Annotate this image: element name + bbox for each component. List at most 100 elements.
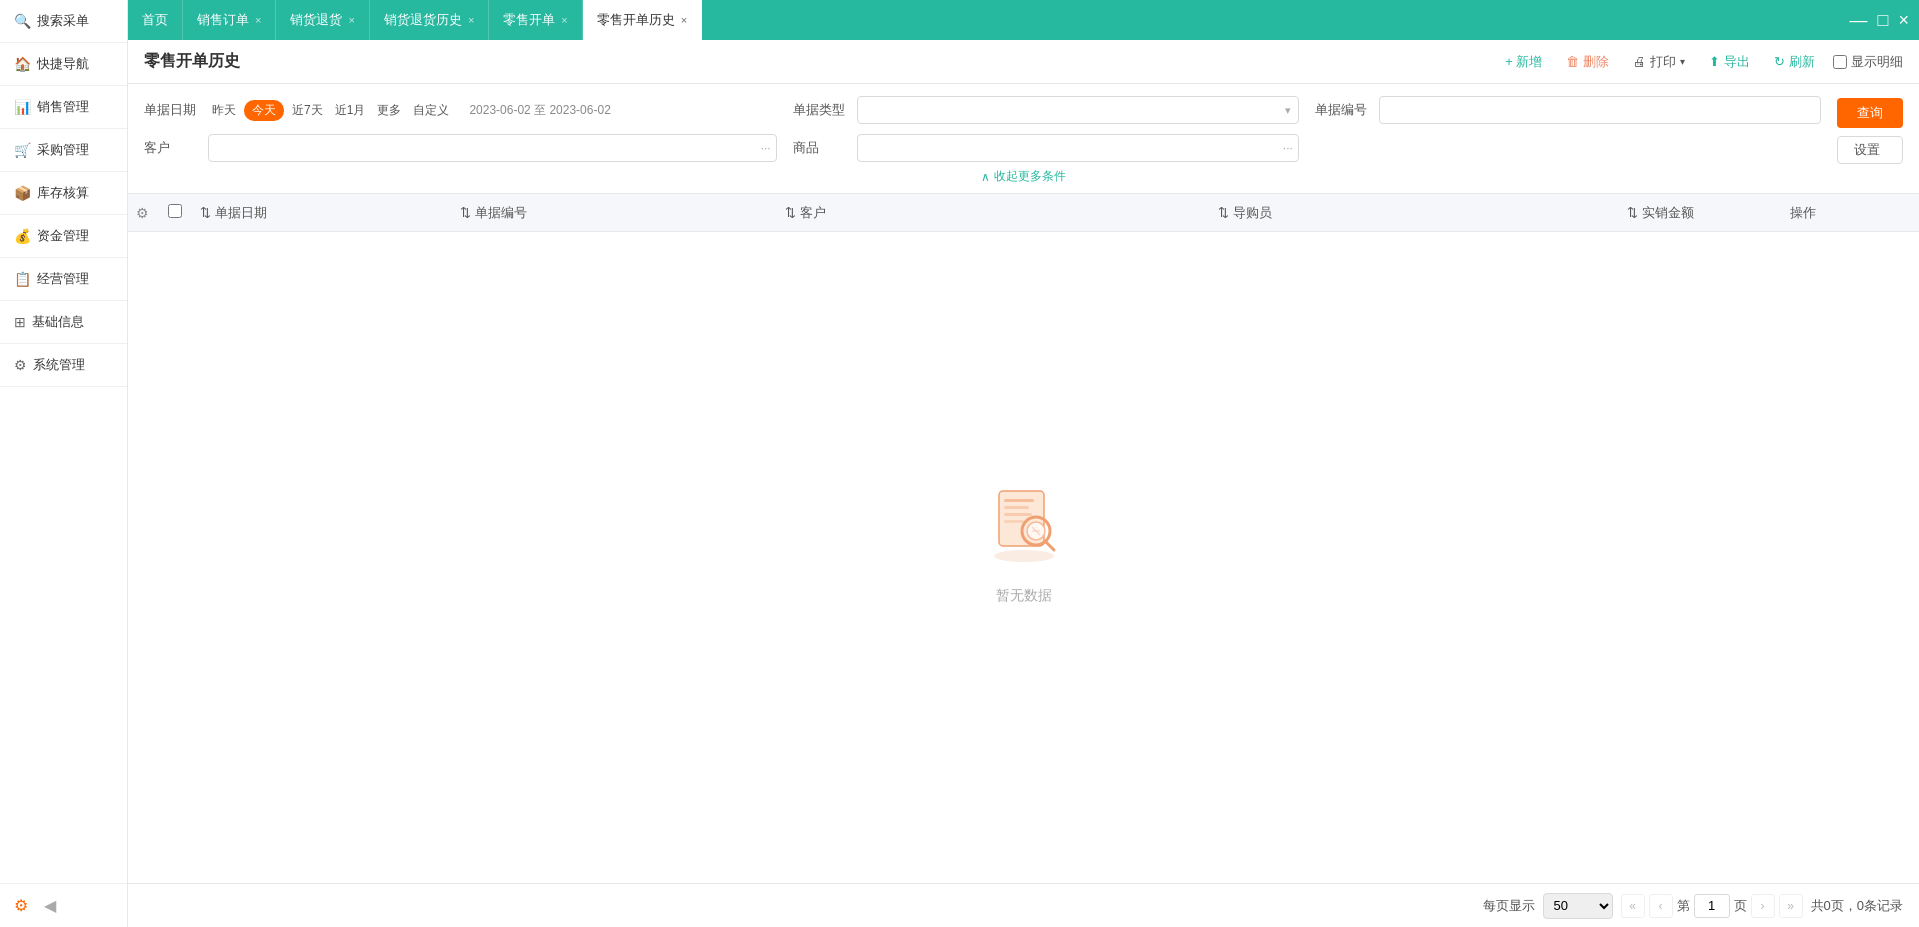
- prev-page-btn[interactable]: ‹: [1649, 894, 1673, 918]
- sidebar-bottom: ⚙ ◀: [0, 883, 127, 927]
- date-option-more[interactable]: 更多: [373, 100, 405, 121]
- query-button[interactable]: 查询: [1837, 98, 1903, 128]
- search-icon: 🔍: [14, 13, 31, 29]
- customer-ellipsis-icon[interactable]: ···: [761, 141, 771, 155]
- sidebar-item-basic-info[interactable]: ⊞ 基础信息: [0, 301, 127, 344]
- wallet-icon: 💰: [14, 228, 31, 244]
- add-button[interactable]: + 新增: [1499, 49, 1548, 75]
- goods-label: 商品: [793, 139, 849, 157]
- next-page-btn[interactable]: ›: [1751, 894, 1775, 918]
- filter-main-row: 单据日期 昨天 今天 近7天 近1月 更多 自定义 2023-06-02 至 2…: [144, 96, 1903, 164]
- display-detail-toggle[interactable]: 显示明细: [1833, 53, 1903, 71]
- col-customer-sort-icon[interactable]: ⇅: [785, 205, 796, 220]
- select-all-checkbox[interactable]: [168, 204, 182, 218]
- col-action-label: 操作: [1790, 204, 1816, 222]
- sidebar-item-sales-mgmt[interactable]: 📊 销售管理: [0, 86, 127, 129]
- doc-no-label: 单据编号: [1315, 101, 1371, 119]
- chart-icon: 📊: [14, 99, 31, 115]
- table-select-all[interactable]: [168, 204, 200, 222]
- tab-sales-return-history-close[interactable]: ×: [468, 14, 474, 26]
- sidebar-item-quick-nav[interactable]: 🏠 快捷导航: [0, 43, 127, 86]
- svg-rect-2: [1004, 499, 1034, 502]
- collapse-up-icon: ∧: [981, 170, 990, 184]
- page-size-select[interactable]: 50 10 20 100: [1543, 893, 1613, 919]
- collapse-row[interactable]: ∧ 收起更多条件: [144, 164, 1903, 185]
- date-option-custom[interactable]: 自定义: [409, 100, 453, 121]
- tab-home[interactable]: 首页: [128, 0, 183, 40]
- doc-no-input[interactable]: [1379, 96, 1821, 124]
- current-page-input[interactable]: 1: [1694, 894, 1730, 918]
- sidebar-item-label: 基础信息: [32, 313, 84, 331]
- date-option-1month[interactable]: 近1月: [331, 100, 370, 121]
- sidebar-item-label: 快捷导航: [37, 55, 89, 73]
- col-amount-label: 实销金额: [1642, 204, 1694, 222]
- tab-retail-open[interactable]: 零售开单 ×: [489, 0, 582, 40]
- col-salesman-sort-icon[interactable]: ⇅: [1218, 205, 1229, 220]
- table-settings-icon[interactable]: ⚙: [136, 205, 168, 221]
- filter-area: 单据日期 昨天 今天 近7天 近1月 更多 自定义 2023-06-02 至 2…: [128, 84, 1919, 194]
- first-page-btn[interactable]: «: [1621, 894, 1645, 918]
- export-button[interactable]: ⬆ 导出: [1703, 49, 1756, 75]
- table-area: ⚙ ⇅ 单据日期 ⇅ 单据编号 ⇅ 客户 ⇅ 导购员 ⇅ 实销金额: [128, 194, 1919, 883]
- main-content: 首页 销售订单 × 销货退货 × 销货退货历史 × 零售开单 × 零售开单历史 …: [128, 0, 1919, 927]
- col-no-sort-icon[interactable]: ⇅: [460, 205, 471, 220]
- svg-line-8: [1046, 542, 1054, 550]
- tab-retail-history[interactable]: 零售开单历史 ×: [583, 0, 702, 40]
- refresh-icon: ↻: [1774, 54, 1785, 69]
- customer-input-wrap: ···: [208, 134, 777, 162]
- col-salesman: ⇅ 导购员: [1218, 204, 1478, 222]
- filter-date-col: 单据日期 昨天 今天 近7天 近1月 更多 自定义 2023-06-02 至 2…: [144, 100, 777, 121]
- page-label-end: 页: [1734, 897, 1747, 915]
- col-no: ⇅ 单据编号: [460, 204, 785, 222]
- delete-button[interactable]: 🗑 删除: [1560, 49, 1615, 75]
- customer-input[interactable]: [208, 134, 777, 162]
- minimize-btn[interactable]: —: [1850, 10, 1868, 31]
- maximize-btn[interactable]: □: [1878, 10, 1889, 31]
- tab-retail-open-close[interactable]: ×: [561, 14, 567, 26]
- page-label: 第: [1677, 897, 1690, 915]
- col-date-sort-icon[interactable]: ⇅: [200, 205, 211, 220]
- bottom-gear-icon[interactable]: ⚙: [14, 896, 28, 915]
- sidebar-search[interactable]: 🔍 搜索采单: [0, 0, 127, 43]
- tab-sales-return[interactable]: 销货退货 ×: [276, 0, 369, 40]
- tab-sales-order-close[interactable]: ×: [255, 14, 261, 26]
- tab-home-label: 首页: [142, 11, 168, 29]
- last-page-btn[interactable]: »: [1779, 894, 1803, 918]
- doc-type-select[interactable]: [857, 96, 1299, 124]
- svg-rect-4: [1004, 513, 1032, 516]
- display-detail-label: 显示明细: [1851, 53, 1903, 71]
- tab-sales-return-close[interactable]: ×: [348, 14, 354, 26]
- close-btn[interactable]: ×: [1898, 10, 1909, 31]
- pagination-nav: « ‹ 第 1 页 › »: [1621, 894, 1803, 918]
- tab-retail-history-close[interactable]: ×: [681, 14, 687, 26]
- goods-input[interactable]: [857, 134, 1299, 162]
- collapse-label: 收起更多条件: [994, 168, 1066, 185]
- filter-row-2: 客户 ··· 商品 ···: [144, 134, 1821, 162]
- col-no-label: 单据编号: [475, 204, 527, 222]
- table-header: ⚙ ⇅ 单据日期 ⇅ 单据编号 ⇅ 客户 ⇅ 导购员 ⇅ 实销金额: [128, 194, 1919, 232]
- bag-icon: 🛒: [14, 142, 31, 158]
- sidebar-collapse-icon[interactable]: ◀: [44, 896, 56, 915]
- tab-sales-return-label: 销货退货: [290, 11, 342, 29]
- date-option-7days[interactable]: 近7天: [288, 100, 327, 121]
- refresh-label: 刷新: [1789, 53, 1815, 71]
- date-option-today[interactable]: 今天: [244, 100, 284, 121]
- date-option-yesterday[interactable]: 昨天: [208, 100, 240, 121]
- col-date-label: 单据日期: [215, 204, 267, 222]
- col-amount-sort-icon[interactable]: ⇅: [1627, 205, 1638, 220]
- sidebar-item-sys-mgmt[interactable]: ⚙ 系统管理: [0, 344, 127, 387]
- goods-input-wrap: ···: [857, 134, 1299, 162]
- sidebar-item-finance[interactable]: 💰 资金管理: [0, 215, 127, 258]
- print-button[interactable]: 🖨 🖨 打印 打印 ▾: [1627, 49, 1691, 75]
- settings-button[interactable]: 设置: [1837, 136, 1903, 164]
- sidebar-item-inventory[interactable]: 📦 库存核算: [0, 172, 127, 215]
- sidebar-item-purchase-mgmt[interactable]: 🛒 采购管理: [0, 129, 127, 172]
- tab-sales-order[interactable]: 销售订单 ×: [183, 0, 276, 40]
- sidebar-item-label: 经营管理: [37, 270, 89, 288]
- tab-sales-return-history[interactable]: 销货退货历史 ×: [370, 0, 489, 40]
- display-detail-checkbox[interactable]: [1833, 55, 1847, 69]
- refresh-button[interactable]: ↻ 刷新: [1768, 49, 1821, 75]
- col-customer-label: 客户: [800, 204, 826, 222]
- goods-ellipsis-icon[interactable]: ···: [1283, 141, 1293, 155]
- sidebar-item-ops-mgmt[interactable]: 📋 经营管理: [0, 258, 127, 301]
